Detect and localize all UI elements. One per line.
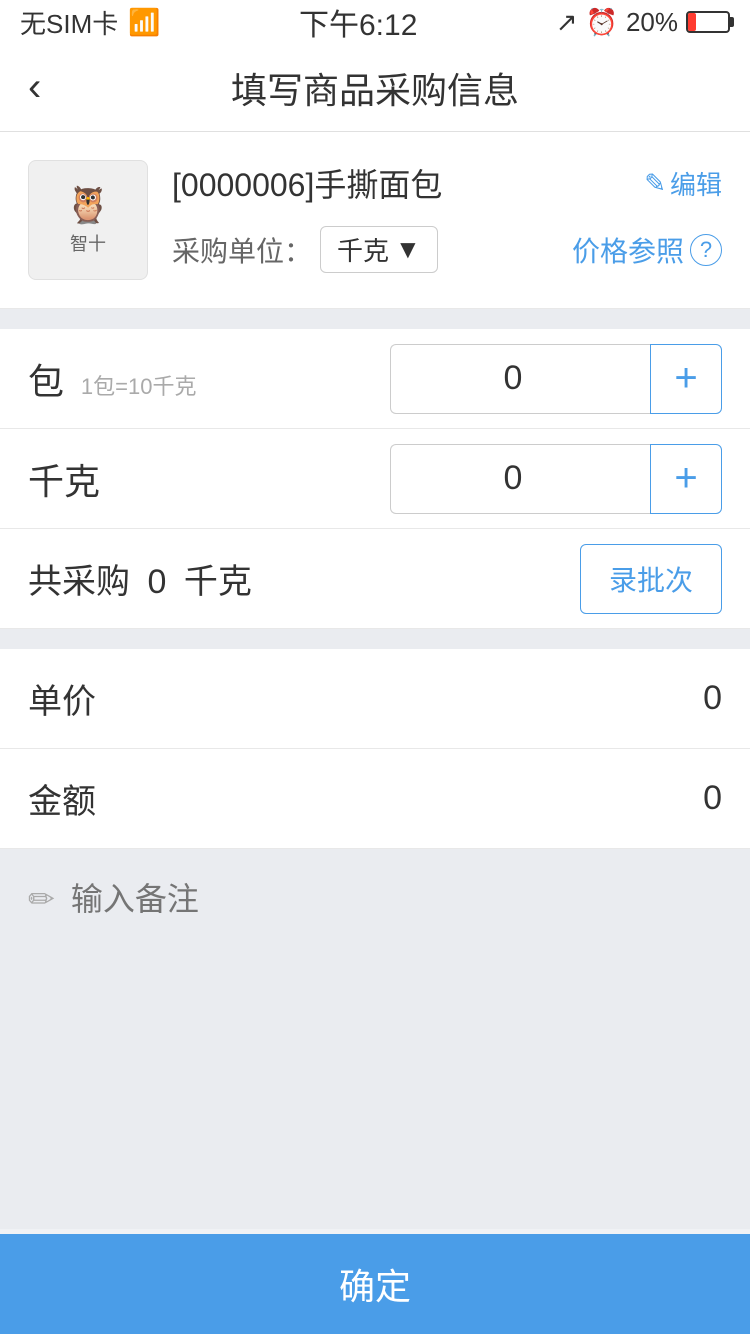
unit-label: 采购单位： 千克 ▼: [172, 226, 438, 273]
section-divider-2: [0, 629, 750, 649]
edit-icon: ✎: [644, 168, 666, 199]
unit-price-value: 0: [703, 679, 722, 718]
product-name: [0000006]手撕面包: [172, 160, 442, 206]
summary-unit: 千克: [184, 563, 252, 601]
summary-text: 共采购 0 千克: [28, 554, 252, 603]
kg-quantity-input[interactable]: [390, 444, 650, 514]
location-icon: ↗: [556, 7, 578, 38]
unit-price-row: 单价 0: [0, 649, 750, 749]
remark-section: ✏: [0, 849, 750, 949]
amount-row: 金额 0: [0, 749, 750, 849]
carrier-text: 无SIM卡: [20, 4, 118, 41]
kg-input-wrapper: +: [148, 444, 722, 514]
bag-label-main: 包: [28, 361, 64, 402]
input-section: 包 1包=10千克 + 千克 + 共采购 0 千克 录批次: [0, 329, 750, 629]
amount-label: 金额: [28, 774, 96, 823]
edit-label: 编辑: [670, 165, 722, 202]
bag-label: 包 1包=10千克: [28, 353, 196, 405]
product-logo-icon: 🦉: [66, 184, 111, 226]
product-image: 🦉 智十: [28, 160, 148, 280]
bag-input-wrapper: +: [196, 344, 722, 414]
bag-plus-button[interactable]: +: [650, 344, 722, 414]
section-divider-1: [0, 309, 750, 329]
confirm-button[interactable]: 确定: [0, 1234, 750, 1334]
status-bar: 无SIM卡 📶 下午6:12 ↗ ⏰ 20%: [0, 0, 750, 44]
product-info: [0000006]手撕面包 ✎ 编辑 采购单位： 千克 ▼ 价格参照 ?: [172, 160, 722, 273]
kg-plus-button[interactable]: +: [650, 444, 722, 514]
summary-value: 0: [147, 563, 166, 601]
unit-value: 千克: [337, 231, 389, 268]
price-reference-button[interactable]: 价格参照 ?: [572, 230, 722, 270]
bag-quantity-input[interactable]: [390, 344, 650, 414]
status-left: 无SIM卡 📶: [20, 4, 161, 41]
edit-button[interactable]: ✎ 编辑: [644, 165, 722, 202]
pencil-icon: ✏: [28, 880, 55, 918]
content-area: [0, 949, 750, 1229]
price-ref-question-icon: ?: [690, 234, 722, 266]
remark-input[interactable]: [71, 881, 722, 918]
product-logo-text: 智十: [70, 230, 106, 256]
unit-dropdown[interactable]: 千克 ▼: [320, 226, 438, 273]
unit-price-label: 单价: [28, 674, 96, 723]
kg-input-row: 千克 +: [0, 429, 750, 529]
kg-label-main: 千克: [28, 461, 100, 502]
battery-icon: [686, 11, 730, 33]
product-name-row: [0000006]手撕面包 ✎ 编辑: [172, 160, 722, 206]
bag-label-sub: 1包=10千克: [81, 374, 197, 399]
nav-bar: ‹ 填写商品采购信息: [0, 44, 750, 132]
summary-label: 共采购: [28, 563, 130, 601]
status-right: ↗ ⏰ 20%: [556, 7, 730, 38]
alarm-icon: ⏰: [586, 7, 618, 38]
page-title: 填写商品采购信息: [231, 62, 519, 114]
status-time: 下午6:12: [299, 0, 417, 44]
battery-percentage: 20%: [626, 7, 678, 38]
price-section: 单价 0 金额 0: [0, 649, 750, 849]
product-unit-row: 采购单位： 千克 ▼ 价格参照 ?: [172, 226, 722, 273]
back-button[interactable]: ‹: [28, 65, 41, 110]
summary-row: 共采购 0 千克 录批次: [0, 529, 750, 629]
kg-label: 千克: [28, 453, 148, 505]
bag-input-row: 包 1包=10千克 +: [0, 329, 750, 429]
price-ref-label: 价格参照: [572, 230, 684, 270]
batch-record-button[interactable]: 录批次: [580, 544, 722, 614]
unit-label-text: 采购单位：: [172, 230, 312, 270]
dropdown-arrow-icon: ▼: [395, 234, 421, 265]
product-card: 🦉 智十 [0000006]手撕面包 ✎ 编辑 采购单位： 千克 ▼ 价格参照 …: [0, 132, 750, 309]
amount-value: 0: [703, 779, 722, 818]
wifi-icon: 📶: [128, 7, 160, 38]
